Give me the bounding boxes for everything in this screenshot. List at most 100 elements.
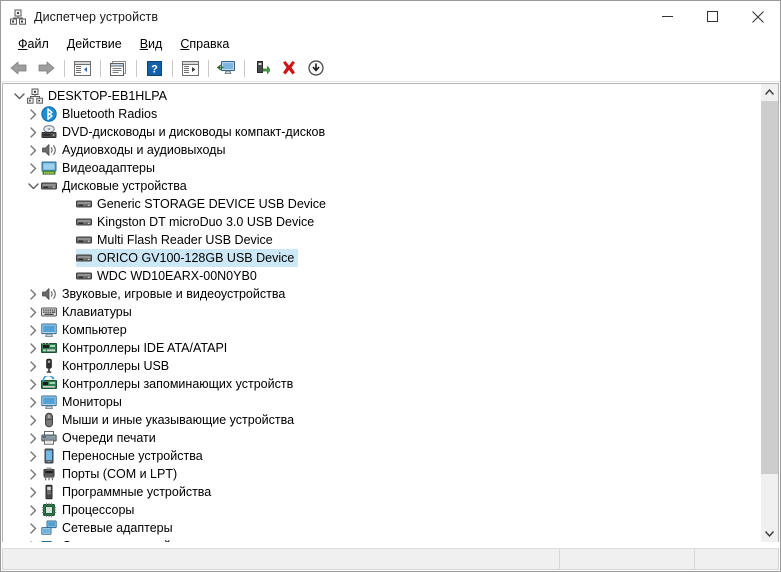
- tree-node[interactable]: Аудиовходы и аудиовыходы: [3, 141, 760, 159]
- tree-node[interactable]: Мыши и иные указывающие устройства: [3, 411, 760, 429]
- tree-node-hit-area[interactable]: Контроллеры запоминающих устройств: [41, 375, 297, 393]
- tree-node-hit-area[interactable]: Bluetooth Radios: [41, 105, 161, 123]
- tree-node[interactable]: Видеоадаптеры: [3, 159, 760, 177]
- chevron-right-icon[interactable]: [25, 501, 41, 519]
- chevron-right-icon[interactable]: [25, 357, 41, 375]
- chevron-right-icon[interactable]: [25, 123, 41, 141]
- chevron-down-icon[interactable]: [25, 177, 41, 195]
- tree-node[interactable]: Компьютер: [3, 321, 760, 339]
- tree-node-hit-area[interactable]: Мониторы: [41, 393, 126, 411]
- tree-node[interactable]: WDC WD10EARX-00N0YB0: [3, 267, 760, 285]
- tree-node-hit-area[interactable]: ORICO GV100-128GB USB Device: [76, 249, 299, 267]
- tree-node[interactable]: Multi Flash Reader USB Device: [3, 231, 760, 249]
- tree-node[interactable]: Kingston DT microDuo 3.0 USB Device: [3, 213, 760, 231]
- tree-node[interactable]: Программные устройства: [3, 483, 760, 501]
- tree-node[interactable]: DVD-дисководы и дисководы компакт-дисков: [3, 123, 760, 141]
- chevron-right-icon[interactable]: [25, 537, 41, 542]
- chevron-right-icon[interactable]: [25, 393, 41, 411]
- scroll-up-button[interactable]: [761, 84, 778, 101]
- properties-button[interactable]: [105, 57, 131, 79]
- tree-node-hit-area[interactable]: Процессоры: [41, 501, 138, 519]
- tree-node-hit-area[interactable]: Компьютер: [41, 321, 131, 339]
- back-button[interactable]: [6, 57, 32, 79]
- menu-help[interactable]: Справка: [171, 35, 238, 53]
- menu-action[interactable]: Действие: [58, 35, 131, 53]
- device-tree[interactable]: DESKTOP-EB1HLPA Bluetooth Radios DVD-диско…: [3, 84, 760, 542]
- chevron-right-icon[interactable]: [25, 447, 41, 465]
- chevron-right-icon[interactable]: [25, 141, 41, 159]
- tree-node[interactable]: ORICO GV100-128GB USB Device: [3, 249, 760, 267]
- chevron-right-icon[interactable]: [25, 519, 41, 537]
- minimize-button[interactable]: [645, 1, 690, 32]
- tree-node-hit-area[interactable]: Очереди печати: [41, 429, 160, 447]
- tree-node-hit-area[interactable]: Generic STORAGE DEVICE USB Device: [76, 195, 330, 213]
- menu-file-accel: Ф: [18, 37, 28, 51]
- action-list-button[interactable]: [177, 57, 203, 79]
- scroll-down-button[interactable]: [761, 525, 778, 542]
- menu-view[interactable]: Вид: [131, 35, 172, 53]
- tree-node-hit-area[interactable]: Переносные устройства: [41, 447, 207, 465]
- menu-bar: Файл Действие Вид Справка: [1, 33, 780, 55]
- tree-node-hit-area[interactable]: Звуковые, игровые и видеоустройства: [41, 285, 289, 303]
- maximize-button[interactable]: [690, 1, 735, 32]
- tree-node[interactable]: Контроллеры IDE ATA/ATAPI: [3, 339, 760, 357]
- tree-node-hit-area[interactable]: Видеоадаптеры: [41, 159, 159, 177]
- scrollbar-track[interactable]: [761, 101, 778, 525]
- tree-node-hit-area[interactable]: Клавиатуры: [41, 303, 136, 321]
- chevron-right-icon[interactable]: [25, 105, 41, 123]
- vertical-scrollbar[interactable]: [760, 84, 778, 542]
- tree-node-hit-area[interactable]: DVD-дисководы и дисководы компакт-дисков: [41, 123, 329, 141]
- chevron-right-icon[interactable]: [25, 339, 41, 357]
- chevron-right-icon[interactable]: [25, 285, 41, 303]
- chevron-right-icon[interactable]: [25, 303, 41, 321]
- chevron-right-icon[interactable]: [25, 411, 41, 429]
- chevron-right-icon[interactable]: [25, 483, 41, 501]
- tree-node[interactable]: Bluetooth Radios: [3, 105, 760, 123]
- tree-node[interactable]: Порты (COM и LPT): [3, 465, 760, 483]
- tree-node-hit-area[interactable]: Программные устройства: [41, 483, 215, 501]
- tree-node-hit-area[interactable]: Сетевые адаптеры: [41, 519, 177, 537]
- tree-node-hit-area[interactable]: DESKTOP-EB1HLPA: [27, 87, 171, 105]
- tree-node[interactable]: Generic STORAGE DEVICE USB Device: [3, 195, 760, 213]
- tree-node-hit-area[interactable]: Системные устройства: [41, 537, 200, 542]
- forward-button[interactable]: [33, 57, 59, 79]
- tree-node-hit-area[interactable]: Порты (COM и LPT): [41, 465, 181, 483]
- scrollbar-thumb[interactable]: [761, 101, 778, 475]
- tree-node[interactable]: Клавиатуры: [3, 303, 760, 321]
- chevron-right-icon[interactable]: [25, 429, 41, 447]
- tree-node-hit-area[interactable]: Дисковые устройства: [41, 177, 191, 195]
- chevron-right-icon[interactable]: [25, 465, 41, 483]
- show-hide-console-tree-button[interactable]: [69, 57, 95, 79]
- tree-node[interactable]: Звуковые, игровые и видеоустройства: [3, 285, 760, 303]
- chevron-right-icon[interactable]: [25, 375, 41, 393]
- tree-node[interactable]: DESKTOP-EB1HLPA: [3, 87, 760, 105]
- tree-node[interactable]: Дисковые устройства: [3, 177, 760, 195]
- tree-node[interactable]: Процессоры: [3, 501, 760, 519]
- tree-node[interactable]: Очереди печати: [3, 429, 760, 447]
- chevron-down-icon[interactable]: [11, 87, 27, 105]
- tree-node[interactable]: Контроллеры USB: [3, 357, 760, 375]
- chevron-right-icon[interactable]: [25, 321, 41, 339]
- tree-node-hit-area[interactable]: Kingston DT microDuo 3.0 USB Device: [76, 213, 318, 231]
- disable-device-button[interactable]: [303, 57, 329, 79]
- tree-node-hit-area[interactable]: Мыши и иные указывающие устройства: [41, 411, 298, 429]
- help-button[interactable]: ?: [141, 57, 167, 79]
- close-button[interactable]: [735, 1, 780, 32]
- uninstall-device-button[interactable]: [276, 57, 302, 79]
- chevron-right-icon[interactable]: [25, 159, 41, 177]
- tree-node[interactable]: Системные устройства: [3, 537, 760, 542]
- tree-node[interactable]: Переносные устройства: [3, 447, 760, 465]
- software-device-icon: [41, 484, 57, 500]
- tree-node-hit-area[interactable]: WDC WD10EARX-00N0YB0: [76, 267, 261, 285]
- scan-hardware-changes-button[interactable]: [213, 57, 239, 79]
- menu-file[interactable]: Файл: [9, 35, 58, 53]
- update-driver-button[interactable]: [249, 57, 275, 79]
- tree-node-hit-area[interactable]: Multi Flash Reader USB Device: [76, 231, 277, 249]
- tree-node-hit-area[interactable]: Аудиовходы и аудиовыходы: [41, 141, 229, 159]
- device-manager-icon: [10, 9, 26, 25]
- tree-node[interactable]: Мониторы: [3, 393, 760, 411]
- tree-node[interactable]: Сетевые адаптеры: [3, 519, 760, 537]
- tree-node-hit-area[interactable]: Контроллеры IDE ATA/ATAPI: [41, 339, 231, 357]
- tree-node-hit-area[interactable]: Контроллеры USB: [41, 357, 173, 375]
- tree-node[interactable]: Контроллеры запоминающих устройств: [3, 375, 760, 393]
